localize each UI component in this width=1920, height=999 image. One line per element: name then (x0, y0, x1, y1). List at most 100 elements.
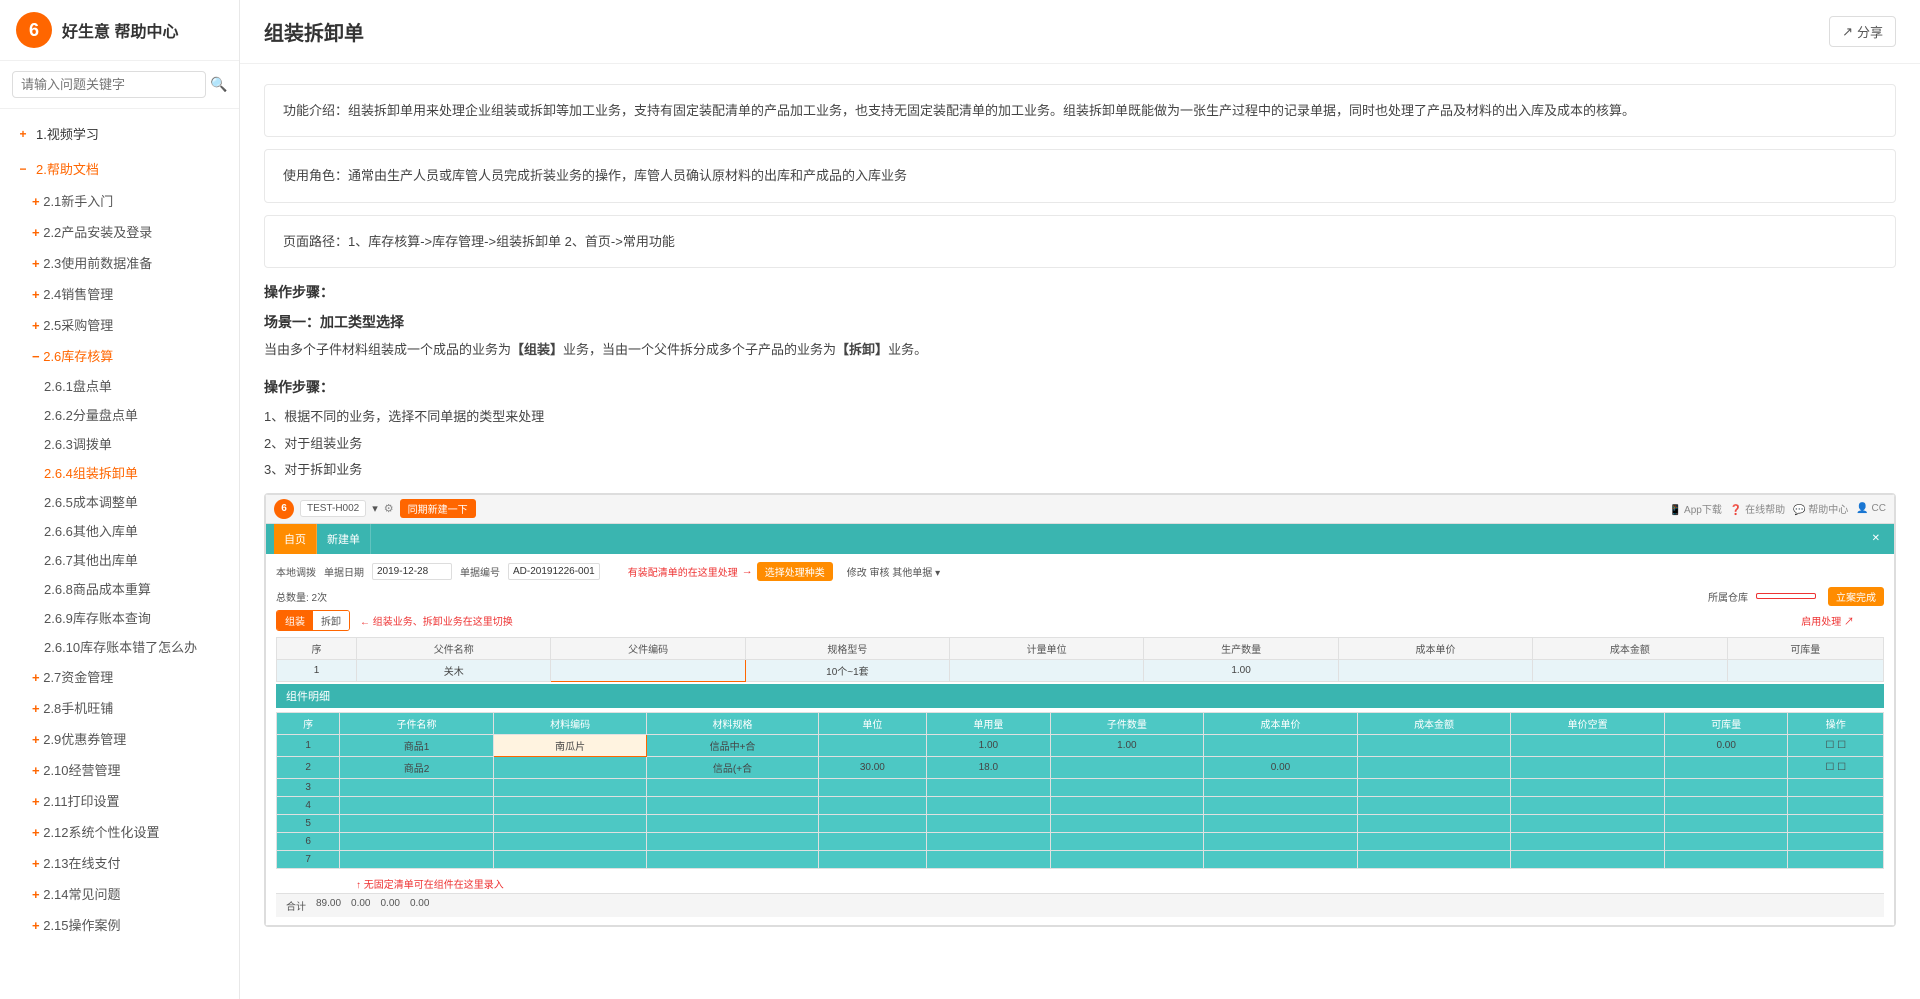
mock-type-disassembly[interactable]: 拆卸 (313, 611, 349, 630)
mock-close-btn[interactable]: ✕ (1872, 533, 1880, 544)
plus-icon (16, 127, 30, 141)
sidebar-item-inventory[interactable]: 2.6库存核算 (0, 340, 239, 371)
mock-count-label: 总数量: 2次 (276, 589, 327, 604)
mock-topbar: 6 TEST-H002 ▾ ⚙ 同期新建一下 📱 App下载 ❓ 在线帮助 💬 … (266, 495, 1894, 524)
sidebar-item-mobile[interactable]: 2.8手机旺铺 (0, 692, 239, 723)
mock-form-row-main: 本地调拨 单据日期 2019-12-28 单据编号 AD-20191226-00… (276, 562, 1884, 581)
nav-sub-sub-items-inventory: 2.6.1盘点单 2.6.2分量盘点单 2.6.3调拨单 2.6.4组装拆卸单 … (0, 371, 239, 661)
sidebar-item-newbie[interactable]: 2.1新手入门 (0, 185, 239, 216)
mock-warehouse-input[interactable] (1756, 593, 1816, 599)
operation-steps-label: 操作步骤： (264, 377, 1896, 397)
mock-app-wrapper: 6 TEST-H002 ▾ ⚙ 同期新建一下 📱 App下载 ❓ 在线帮助 💬 … (265, 494, 1895, 926)
sidebar-item-dataprep[interactable]: 2.3使用前数据准备 (0, 247, 239, 278)
mock-top-table-row1: 1 关木 10个~1套 1.00 (277, 659, 1884, 681)
annotation1-arrow: → (742, 565, 753, 577)
mock-dropdown-icon: ▾ (372, 502, 378, 515)
sidebar-item-split-stocktake[interactable]: 2.6.2分量盘点单 (0, 400, 239, 429)
mock-top-table-header-qty: 生产数量 (1144, 637, 1338, 659)
minus-icon (16, 162, 30, 176)
sidebar-item-sales[interactable]: 2.4销售管理 (0, 278, 239, 309)
sidebar-item-coupon[interactable]: 2.9优惠券管理 (0, 723, 239, 754)
intro-block: 功能介绍：组装拆卸单用来处理企业组装或拆卸等加工业务，支持有固定装配清单的产品加… (264, 84, 1896, 137)
mock-bottom-row4: 4 (277, 796, 1884, 814)
sidebar-item-help[interactable]: 2.帮助文档 (0, 152, 239, 185)
mock-warehouse-label: 所属仓库 (1708, 589, 1748, 604)
sidebar-item-stocktake[interactable]: 2.6.1盘点单 (0, 371, 239, 400)
mock-top-table-header-name: 父件名称 (357, 637, 551, 659)
sidebar-item-cases[interactable]: 2.15操作案例 (0, 909, 239, 940)
sidebar-item-settings[interactable]: 2.12系统个性化设置 (0, 816, 239, 847)
mock-confirm-btn[interactable]: 立案完成 (1828, 587, 1884, 606)
sidebar-item-stock-error[interactable]: 2.6.10库存账本错了怎么办 (0, 632, 239, 661)
search-box: 🔍 (0, 61, 239, 109)
scenario1-desc: 当由多个子件材料组装成一个成品的业务为【组装】业务，当由一个父件拆分成多个子产品… (264, 338, 1896, 363)
sidebar-item-print[interactable]: 2.11打印设置 (0, 785, 239, 816)
search-input[interactable] (12, 71, 206, 98)
mock-tab-home[interactable]: 自页 (274, 524, 317, 554)
main-content: 功能介绍：组装拆卸单用来处理企业组装或拆卸等加工业务，支持有固定装配清单的产品加… (240, 64, 1920, 999)
share-button[interactable]: ↗ 分享 (1829, 16, 1896, 47)
mock-top-table-header-amount: 成本金额 (1533, 637, 1727, 659)
mock-process-btn[interactable]: 选择处理种类 (757, 562, 833, 581)
sidebar-item-other-in[interactable]: 2.6.6其他入库单 (0, 516, 239, 545)
sidebar-item-cost-adjust[interactable]: 2.6.5成本调整单 (0, 487, 239, 516)
mock-tab-new[interactable]: 新建单 (317, 524, 371, 554)
mock-footer-val3: 0.00 (381, 898, 400, 913)
nav-section-help: 2.帮助文档 2.1新手入门 2.2产品安装及登录 2.3使用前数据准备 2.4… (0, 152, 239, 940)
mock-date-input[interactable]: 2019-12-28 (372, 563, 452, 580)
role-text: 使用角色：通常由生产人员或库管人员完成折装业务的操作，库管人员确认原材料的出库和… (283, 164, 1877, 187)
sidebar-item-assembly[interactable]: 2.6.4组装拆卸单 (0, 458, 239, 487)
sidebar-header: 6 好生意 帮助中心 (0, 0, 239, 61)
mock-top-table-header-cost: 成本单价 (1338, 637, 1532, 659)
sidebar-item-finance[interactable]: 2.7资金管理 (0, 661, 239, 692)
sidebar-item-video[interactable]: 1.视频学习 (0, 117, 239, 150)
mock-bottom-row3: 3 (277, 778, 1884, 796)
step3: 3、对于拆卸业务 (264, 458, 1896, 483)
mock-new-doc-btn[interactable]: 同期新建一下 (400, 499, 476, 518)
sidebar-item-transfer[interactable]: 2.6.3调拨单 (0, 429, 239, 458)
sidebar-item-payment[interactable]: 2.13在线支付 (0, 847, 239, 878)
mock-form-area: 本地调拨 单据日期 2019-12-28 单据编号 AD-20191226-00… (266, 554, 1894, 925)
mock-company-selector[interactable]: TEST-H002 (300, 500, 366, 517)
sidebar-item-purchase[interactable]: 2.5采购管理 (0, 309, 239, 340)
scenario1-heading: 场景一：加工类型选择 (264, 312, 1896, 332)
sidebar-item-stock-ledger[interactable]: 2.6.9库存账本查询 (0, 603, 239, 632)
mock-bottom-row5: 5 (277, 814, 1884, 832)
mock-extra-btn: 修改 审核 其他单据 ▾ (847, 564, 940, 579)
step-list: 1、根据不同的业务，选择不同单据的类型来处理 2、对于组装业务 3、对于拆卸业务 (264, 405, 1896, 483)
mock-footer-val1: 89.00 (316, 898, 341, 913)
annotation3: ← 组装业务、拆卸业务在这里切换 (360, 613, 513, 628)
mock-logo: 6 (274, 499, 294, 519)
sidebar-item-install[interactable]: 2.2产品安装及登录 (0, 216, 239, 247)
sidebar-item-management[interactable]: 2.10经营管理 (0, 754, 239, 785)
mock-type-assembly[interactable]: 组装 (277, 611, 313, 630)
mock-help-icon: ❓ 在线帮助 (1730, 501, 1785, 516)
step1: 1、根据不同的业务，选择不同单据的类型来处理 (264, 405, 1896, 430)
sidebar: 6 好生意 帮助中心 🔍 1.视频学习 2.帮助文档 2.1新手入门 2.2产品… (0, 0, 240, 999)
mock-nav-bar: 自页 新建单 ✕ (266, 524, 1894, 554)
main-area: 组装拆卸单 ↗ 分享 功能介绍：组装拆卸单用来处理企业组装或拆卸等加工业务，支持… (240, 0, 1920, 999)
mock-top-table: 序 父件名称 父件编码 规格型号 计量单位 生产数量 成本单价 成本金额 可库量 (276, 637, 1884, 682)
mock-footer-bar: 合计 89.00 0.00 0.00 0.00 (276, 893, 1884, 917)
steps-heading: 操作步骤： (264, 282, 1896, 302)
page-title: 组装拆卸单 (264, 17, 364, 46)
annotation5: ↑ 无固定清单可在组件在这里录入 (356, 876, 504, 891)
nav-section-video: 1.视频学习 (0, 117, 239, 150)
mock-component-section-title: 组件明细 (276, 684, 1884, 708)
sidebar-item-faq[interactable]: 2.14常见问题 (0, 878, 239, 909)
logo-icon: 6 (16, 12, 52, 48)
nav-list: 1.视频学习 2.帮助文档 2.1新手入门 2.2产品安装及登录 2.3使用前数… (0, 109, 239, 999)
screenshot-container: 6 TEST-H002 ▾ ⚙ 同期新建一下 📱 App下载 ❓ 在线帮助 💬 … (264, 493, 1896, 927)
mock-bottom-row1: 1 商品1 南瓜片 信品中+合 1.00 1.00 (277, 734, 1884, 756)
mock-bottom-table-wrapper: 序 子件名称 材料编码 材料规格 单位 单用量 子件数量 成本单价 成本金额 (276, 712, 1884, 869)
mock-footer-val2: 0.00 (351, 898, 370, 913)
path-text: 页面路径：1、库存核算->库存管理->组装拆卸单 2、首页->常用功能 (283, 230, 1877, 253)
mock-docno-input[interactable]: AD-20191226-001 (508, 563, 600, 580)
mock-bottom-table: 序 子件名称 材料编码 材料规格 单位 单用量 子件数量 成本单价 成本金额 (276, 712, 1884, 869)
mock-docno-label: 单据编号 (460, 564, 500, 579)
search-button[interactable]: 🔍 (210, 76, 227, 93)
sidebar-item-other-out[interactable]: 2.6.7其他出库单 (0, 545, 239, 574)
mock-settings-icon: ⚙ (384, 502, 394, 515)
mock-type-selector[interactable]: 组装 拆卸 (276, 610, 350, 631)
sidebar-item-cost-recalc[interactable]: 2.6.8商品成本重算 (0, 574, 239, 603)
